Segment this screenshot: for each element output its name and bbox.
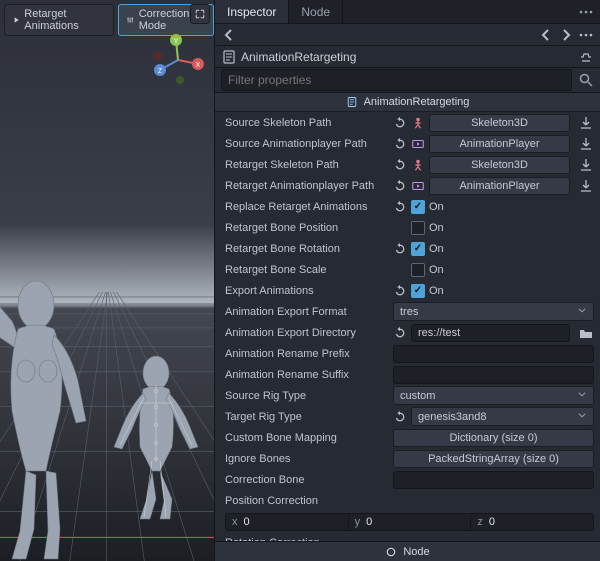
- viewport-3d[interactable]: Retarget Animations Correction Mode X Y: [0, 0, 215, 561]
- animation-export-format-label: Animation Export Format: [225, 306, 387, 318]
- source-animationplayer-path-label: Source Animationplayer Path: [225, 138, 387, 150]
- retarget-skeleton-path-field[interactable]: Skeleton3D: [429, 156, 570, 174]
- animation-export-format-dropdown[interactable]: tres: [393, 302, 594, 321]
- history-forward-icon[interactable]: [558, 27, 574, 43]
- section-script-icon: [346, 96, 358, 108]
- retarget-bone-scale-label: Retarget Bone Scale: [225, 264, 387, 276]
- retarget-bone-rotation-checkbox[interactable]: [411, 242, 425, 256]
- target-rig-type-dropdown[interactable]: genesis3and8: [411, 407, 594, 426]
- correction-bone-label: Correction Bone: [225, 474, 387, 486]
- filter-properties-input[interactable]: [221, 69, 572, 91]
- revert-icon[interactable]: [393, 116, 407, 130]
- revert-icon[interactable]: [393, 410, 407, 424]
- position-correction-label: Position Correction: [225, 495, 594, 507]
- source-skeleton-path-field[interactable]: Skeleton3D: [429, 114, 570, 132]
- animation-rename-prefix-label: Animation Rename Prefix: [225, 348, 387, 360]
- node-section-header[interactable]: Node: [215, 541, 600, 561]
- skeleton-icon: [411, 158, 425, 172]
- position-y-input[interactable]: y0: [348, 513, 471, 531]
- tab-node[interactable]: Node: [289, 0, 343, 23]
- back-icon[interactable]: [221, 27, 237, 43]
- position-z-input[interactable]: z0: [470, 513, 594, 531]
- export-animations-label: Export Animations: [225, 285, 387, 297]
- inspector-panel: Inspector Node AnimationRetargeting Anim…: [215, 0, 600, 561]
- node-icon: [385, 546, 397, 558]
- retarget-bone-position-label: Retarget Bone Position: [225, 222, 387, 234]
- revert-icon[interactable]: [393, 137, 407, 151]
- source-animationplayer-path-field[interactable]: AnimationPlayer: [429, 135, 570, 153]
- replace-retarget-label: Replace Retarget Animations: [225, 201, 387, 213]
- ground-grid: [0, 292, 214, 561]
- animationplayer-icon: [411, 179, 425, 193]
- target-rig-type-label: Target Rig Type: [225, 411, 387, 423]
- skeleton-icon: [411, 116, 425, 130]
- assign-icon[interactable]: [578, 157, 594, 173]
- source-skeleton-path-label: Source Skeleton Path: [225, 117, 387, 129]
- gizmo-y-label: Y: [174, 38, 179, 45]
- object-name: AnimationRetargeting: [241, 50, 574, 64]
- export-animations-checkbox[interactable]: [411, 284, 425, 298]
- assign-icon[interactable]: [578, 115, 594, 131]
- tab-inspector[interactable]: Inspector: [215, 0, 289, 23]
- toolbar-more-icon[interactable]: [578, 27, 594, 43]
- animation-rename-suffix-label: Animation Rename Suffix: [225, 369, 387, 381]
- custom-bone-mapping-field[interactable]: Dictionary (size 0): [393, 429, 594, 447]
- position-correction-vector: x0 y0 z0: [225, 513, 594, 531]
- animation-rename-suffix-input[interactable]: [393, 366, 594, 384]
- retarget-bone-scale-checkbox[interactable]: [411, 263, 425, 277]
- correction-bone-input[interactable]: [393, 471, 594, 489]
- replace-retarget-checkbox[interactable]: [411, 200, 425, 214]
- assign-icon[interactable]: [578, 178, 594, 194]
- animation-export-directory-input[interactable]: [411, 324, 570, 342]
- fullscreen-button[interactable]: [190, 4, 210, 24]
- assign-icon[interactable]: [578, 136, 594, 152]
- retarget-animations-button[interactable]: Retarget Animations: [4, 4, 114, 36]
- ignore-bones-label: Ignore Bones: [225, 453, 387, 465]
- properties-list: Source Skeleton Path Skeleton3D Source A…: [215, 112, 600, 541]
- retarget-bone-position-checkbox[interactable]: [411, 221, 425, 235]
- gizmo-z-label: Z: [158, 68, 163, 75]
- animation-export-directory-label: Animation Export Directory: [225, 327, 387, 339]
- script-icon: [221, 49, 237, 65]
- object-tools-icon[interactable]: [578, 49, 594, 65]
- retarget-animationplayer-path-field[interactable]: AnimationPlayer: [429, 177, 570, 195]
- revert-icon[interactable]: [393, 158, 407, 172]
- animationplayer-icon: [411, 137, 425, 151]
- position-x-input[interactable]: x0: [225, 513, 348, 531]
- retarget-skeleton-path-label: Retarget Skeleton Path: [225, 159, 387, 171]
- retarget-bone-rotation-label: Retarget Bone Rotation: [225, 243, 387, 255]
- inspector-toolbar: [215, 24, 600, 46]
- dock-more-icon[interactable]: [578, 4, 594, 20]
- retarget-animationplayer-path-label: Retarget Animationplayer Path: [225, 180, 387, 192]
- ignore-bones-field[interactable]: PackedStringArray (size 0): [393, 450, 594, 468]
- revert-icon[interactable]: [393, 326, 407, 340]
- source-rig-type-label: Source Rig Type: [225, 390, 387, 402]
- source-rig-type-dropdown[interactable]: custom: [393, 386, 594, 405]
- orientation-gizmo[interactable]: X Y Z: [154, 36, 202, 84]
- revert-icon[interactable]: [393, 200, 407, 214]
- gizmo-x-label: X: [196, 62, 201, 69]
- revert-icon[interactable]: [393, 284, 407, 298]
- animation-rename-prefix-input[interactable]: [393, 345, 594, 363]
- revert-icon[interactable]: [393, 179, 407, 193]
- search-icon[interactable]: [578, 72, 594, 88]
- object-row: AnimationRetargeting: [215, 46, 600, 68]
- dock-tabs: Inspector Node: [215, 0, 600, 24]
- history-back-icon[interactable]: [538, 27, 554, 43]
- retarget-animations-label: Retarget Animations: [24, 8, 106, 32]
- custom-bone-mapping-label: Custom Bone Mapping: [225, 432, 387, 444]
- revert-icon[interactable]: [393, 242, 407, 256]
- folder-icon[interactable]: [578, 325, 594, 341]
- section-header[interactable]: AnimationRetargeting: [215, 92, 600, 112]
